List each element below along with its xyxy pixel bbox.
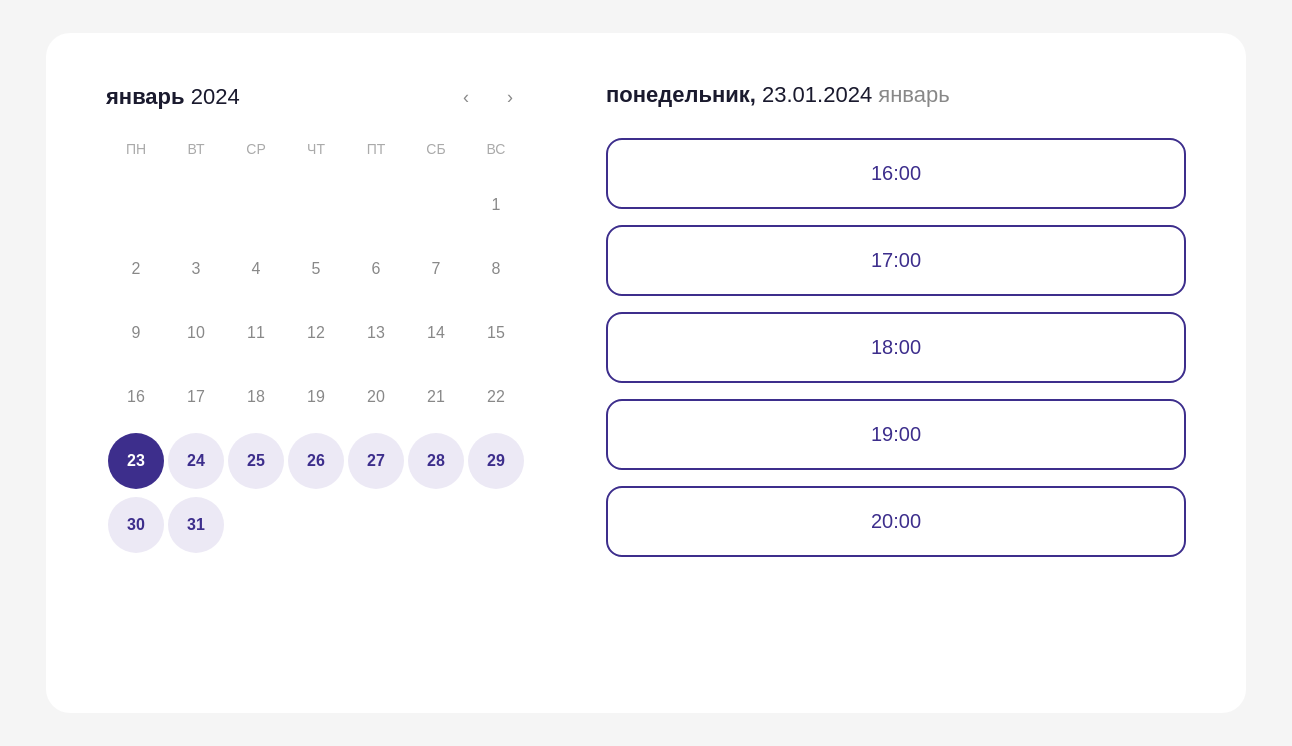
day-11[interactable]: 11 <box>228 305 284 361</box>
day-29[interactable]: 29 <box>468 433 524 489</box>
header-month: январь <box>878 82 949 107</box>
day-24[interactable]: 24 <box>168 433 224 489</box>
day-21[interactable]: 21 <box>408 369 464 425</box>
time-slot-1700[interactable]: 17:00 <box>606 225 1186 296</box>
day-13[interactable]: 13 <box>348 305 404 361</box>
day-empty <box>288 177 344 233</box>
day-9[interactable]: 9 <box>108 305 164 361</box>
day-header-sun: ВС <box>466 141 526 169</box>
header-date: 23.01.2024 <box>762 82 872 107</box>
day-31[interactable]: 31 <box>168 497 224 553</box>
time-slot-1600[interactable]: 16:00 <box>606 138 1186 209</box>
day-3[interactable]: 3 <box>168 241 224 297</box>
day-header-wed: СР <box>226 141 286 169</box>
day-header-fri: ПТ <box>346 141 406 169</box>
year-label: 2024 <box>191 84 240 109</box>
day-header-thu: ЧТ <box>286 141 346 169</box>
day-26[interactable]: 26 <box>288 433 344 489</box>
day-empty <box>228 177 284 233</box>
day-8[interactable]: 8 <box>468 241 524 297</box>
day-4[interactable]: 4 <box>228 241 284 297</box>
calendar-nav: ‹ › <box>450 81 526 113</box>
day-15[interactable]: 15 <box>468 305 524 361</box>
day-header-sat: СБ <box>406 141 466 169</box>
day-14[interactable]: 14 <box>408 305 464 361</box>
day-empty <box>348 177 404 233</box>
time-panel: понедельник, 23.01.2024 январь 16:00 17:… <box>606 81 1186 665</box>
day-20[interactable]: 20 <box>348 369 404 425</box>
main-container: январь 2024 ‹ › ПН ВТ СР ЧТ ПТ СБ ВС 1 <box>46 33 1246 713</box>
day-empty <box>108 177 164 233</box>
time-panel-header: понедельник, 23.01.2024 январь <box>606 81 1186 110</box>
day-header-tue: ВТ <box>166 141 226 169</box>
day-12[interactable]: 12 <box>288 305 344 361</box>
day-22[interactable]: 22 <box>468 369 524 425</box>
day-empty <box>348 497 404 553</box>
time-slots: 16:00 17:00 18:00 19:00 20:00 <box>606 138 1186 557</box>
day-empty <box>468 497 524 553</box>
day-empty <box>288 497 344 553</box>
day-7[interactable]: 7 <box>408 241 464 297</box>
day-30[interactable]: 30 <box>108 497 164 553</box>
day-header-mon: ПН <box>106 141 166 169</box>
day-27[interactable]: 27 <box>348 433 404 489</box>
day-19[interactable]: 19 <box>288 369 344 425</box>
day-5[interactable]: 5 <box>288 241 344 297</box>
calendar-month-title: январь 2024 <box>106 84 240 110</box>
day-2[interactable]: 2 <box>108 241 164 297</box>
day-25[interactable]: 25 <box>228 433 284 489</box>
time-slot-2000[interactable]: 20:00 <box>606 486 1186 557</box>
header-weekday: понедельник, <box>606 82 756 107</box>
day-empty <box>408 177 464 233</box>
calendar: январь 2024 ‹ › ПН ВТ СР ЧТ ПТ СБ ВС 1 <box>106 81 526 665</box>
day-28[interactable]: 28 <box>408 433 464 489</box>
day-10[interactable]: 10 <box>168 305 224 361</box>
day-23-selected[interactable]: 23 <box>108 433 164 489</box>
day-empty <box>408 497 464 553</box>
time-slot-1800[interactable]: 18:00 <box>606 312 1186 383</box>
time-slot-1900[interactable]: 19:00 <box>606 399 1186 470</box>
prev-month-button[interactable]: ‹ <box>450 81 482 113</box>
calendar-grid: ПН ВТ СР ЧТ ПТ СБ ВС 1 2 3 4 5 6 7 8 9 <box>106 141 526 553</box>
day-empty <box>228 497 284 553</box>
day-6[interactable]: 6 <box>348 241 404 297</box>
next-month-button[interactable]: › <box>494 81 526 113</box>
day-1[interactable]: 1 <box>468 177 524 233</box>
day-16[interactable]: 16 <box>108 369 164 425</box>
calendar-header: январь 2024 ‹ › <box>106 81 526 113</box>
day-17[interactable]: 17 <box>168 369 224 425</box>
day-empty <box>168 177 224 233</box>
day-18[interactable]: 18 <box>228 369 284 425</box>
month-name: январь <box>106 84 185 109</box>
